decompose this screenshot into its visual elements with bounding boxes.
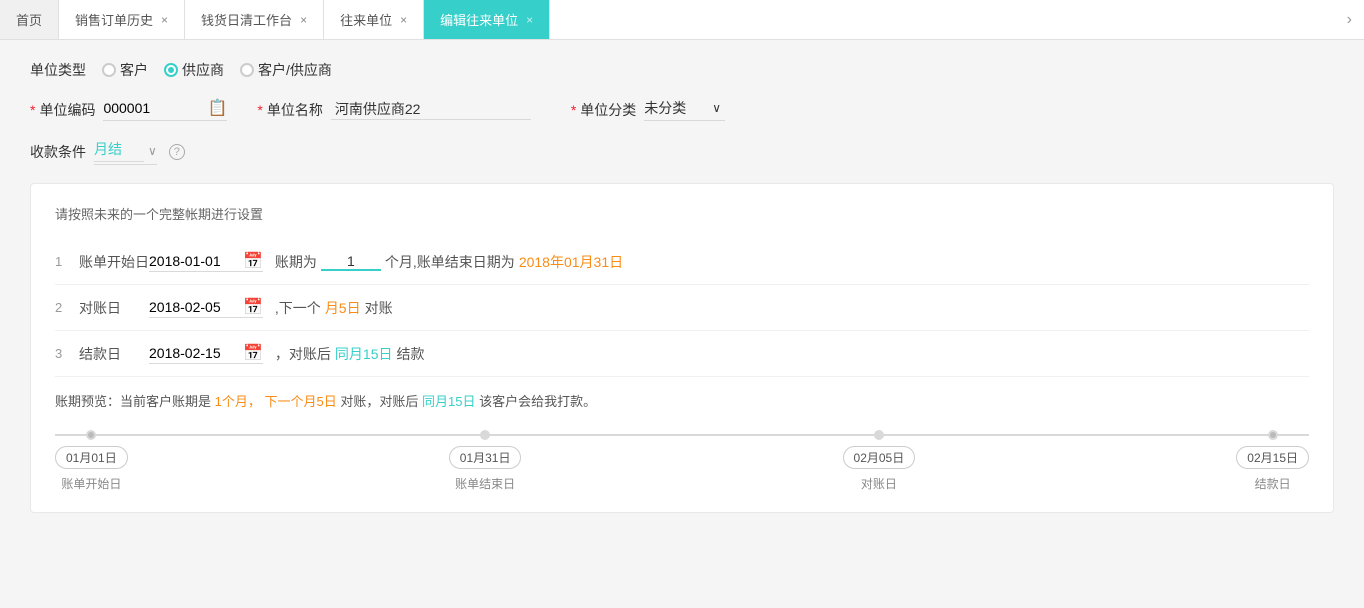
radio-supplier[interactable]: 供应商 [164, 60, 224, 80]
period-unit: 个月,账单结束日期为 [385, 252, 515, 272]
setting-row-1: 1 账单开始日 📅 账期为 个月,账单结束日期为 2018年01月31日 [55, 239, 1309, 285]
node-label-1: 账单结束日 [455, 475, 515, 492]
row-date-3: 📅 [149, 343, 263, 364]
code-required: * [30, 102, 35, 118]
timeline-node-1: 01月31日 账单结束日 [449, 430, 522, 492]
tabs-bar: 首页 销售订单历史 × 钱货日清工作台 × 往来单位 × 编辑往来单位 × › [0, 0, 1364, 40]
date-input-2[interactable] [149, 299, 239, 315]
unit-details-row: * 单位编码 📋 * 单位名称 * 单位分类 未分类 ∨ [30, 98, 1334, 121]
settlement-highlight: 同月15日 [335, 344, 393, 364]
category-required: * [571, 102, 576, 118]
tab-partner-close[interactable]: × [400, 13, 407, 27]
settlement-prefix: ，对账后 [275, 344, 331, 364]
date-input-1[interactable] [149, 253, 239, 269]
timeline: 01月01日 账单开始日 01月31日 账单结束日 02月05日 对账日 02月… [55, 420, 1309, 492]
main-content: 单位类型 客户 供应商 客户/供应商 * 单位编码 📋 * 单位名称 [0, 40, 1364, 608]
unit-category-select[interactable]: 未分类 ∨ [644, 98, 725, 121]
reconcile-suffix: 对账 [365, 298, 393, 318]
tab-edit-partner[interactable]: 编辑往来单位 × [424, 0, 550, 39]
tab-sales-history[interactable]: 销售订单历史 × [59, 0, 185, 39]
unit-code-input[interactable] [103, 100, 203, 116]
radio-customer[interactable]: 客户 [102, 60, 148, 80]
node-label-0: 账单开始日 [61, 475, 121, 492]
payment-chevron-icon: ∨ [148, 144, 157, 158]
node-date-0: 01月01日 [55, 446, 128, 469]
row-field-2: 对账日 [79, 298, 149, 318]
calendar-icon-1[interactable]: 📅 [243, 251, 263, 271]
row-field-3: 结款日 [79, 344, 149, 364]
tab-sales-history-close[interactable]: × [161, 13, 168, 27]
preview-text: 账期预览：当前客户账期是 1个月， 下一个月5日 对账，对账后 同月15日 该客… [55, 377, 1309, 420]
payment-condition-wrap: 月结 ∨ ? [94, 139, 185, 165]
preview-p2: 下一个月5日 [265, 394, 337, 409]
calendar-icon-3[interactable]: 📅 [243, 343, 263, 363]
timeline-node-0: 01月01日 账单开始日 [55, 430, 128, 492]
radio-customer-supplier[interactable]: 客户/供应商 [240, 60, 332, 80]
node-date-2: 02月05日 [843, 446, 916, 469]
timeline-nodes: 01月01日 账单开始日 01月31日 账单结束日 02月05日 对账日 02月… [55, 430, 1309, 492]
node-date-3: 02月15日 [1236, 446, 1309, 469]
row-date-1: 📅 [149, 251, 263, 272]
reconcile-highlight: 月5日 [325, 298, 361, 318]
tab-cash-work-close[interactable]: × [300, 13, 307, 27]
period-end-date: 2018年01月31日 [519, 252, 623, 272]
tab-home[interactable]: 首页 [0, 0, 59, 39]
settings-panel: 请按照未来的一个完整帐期进行设置 1 账单开始日 📅 账期为 个月,账单结束日期… [30, 183, 1334, 513]
node-dot-3 [1268, 430, 1278, 440]
unit-category-label: 单位分类 [580, 100, 636, 120]
preview-p1: 1个月， [215, 394, 261, 409]
node-dot-1 [480, 430, 490, 440]
panel-hint: 请按照未来的一个完整帐期进行设置 [55, 204, 1309, 223]
unit-type-label: 单位类型 [30, 60, 86, 80]
tab-cash-work[interactable]: 钱货日清工作台 × [185, 0, 324, 39]
radio-supplier-circle [164, 63, 178, 77]
node-dot-2 [874, 430, 884, 440]
settlement-suffix: 结款 [397, 344, 425, 364]
row-num-3: 3 [55, 346, 79, 361]
unit-type-row: 单位类型 客户 供应商 客户/供应商 [30, 60, 1334, 80]
help-icon[interactable]: ? [169, 144, 185, 160]
reconcile-prefix: ,下一个 [275, 298, 321, 318]
row-field-1: 账单开始日 [79, 252, 149, 272]
payment-label: 收款条件 [30, 142, 86, 162]
unit-name-input[interactable] [331, 99, 531, 120]
row-num-2: 2 [55, 300, 79, 315]
calendar-icon-2[interactable]: 📅 [243, 297, 263, 317]
tab-nav-arrow[interactable]: › [1335, 11, 1364, 29]
setting-row-3: 3 结款日 📅 ，对账后 同月15日 结款 [55, 331, 1309, 377]
row-date-2: 📅 [149, 297, 263, 318]
unit-name-label: 单位名称 [267, 100, 323, 120]
timeline-node-2: 02月05日 对账日 [843, 430, 916, 492]
tab-partner[interactable]: 往来单位 × [324, 0, 424, 39]
payment-select[interactable]: 月结 ∨ [94, 139, 157, 165]
node-date-1: 01月31日 [449, 446, 522, 469]
row-num-1: 1 [55, 254, 79, 269]
preview-p3: 同月15日 [422, 394, 475, 409]
payment-value: 月结 [94, 139, 144, 162]
setting-row-2: 2 对账日 📅 ,下一个 月5日 对账 [55, 285, 1309, 331]
timeline-node-3: 02月15日 结款日 [1236, 430, 1309, 492]
period-label: 账期为 [275, 252, 317, 272]
unit-code-icon[interactable]: 📋 [207, 98, 227, 118]
radio-customer-supplier-circle [240, 63, 254, 77]
date-input-3[interactable] [149, 345, 239, 361]
tab-edit-partner-close[interactable]: × [526, 13, 533, 27]
node-label-2: 对账日 [861, 475, 897, 492]
category-chevron-icon: ∨ [712, 101, 721, 115]
node-label-3: 结款日 [1255, 475, 1291, 492]
unit-code-label: 单位编码 [39, 100, 95, 120]
name-required: * [257, 102, 262, 118]
radio-customer-circle [102, 63, 116, 77]
payment-row: 收款条件 月结 ∨ ? [30, 139, 1334, 165]
node-dot-0 [86, 430, 96, 440]
unit-code-input-wrap: 📋 [103, 98, 227, 121]
period-input[interactable] [321, 253, 381, 271]
unit-type-radio-group: 客户 供应商 客户/供应商 [102, 60, 332, 80]
